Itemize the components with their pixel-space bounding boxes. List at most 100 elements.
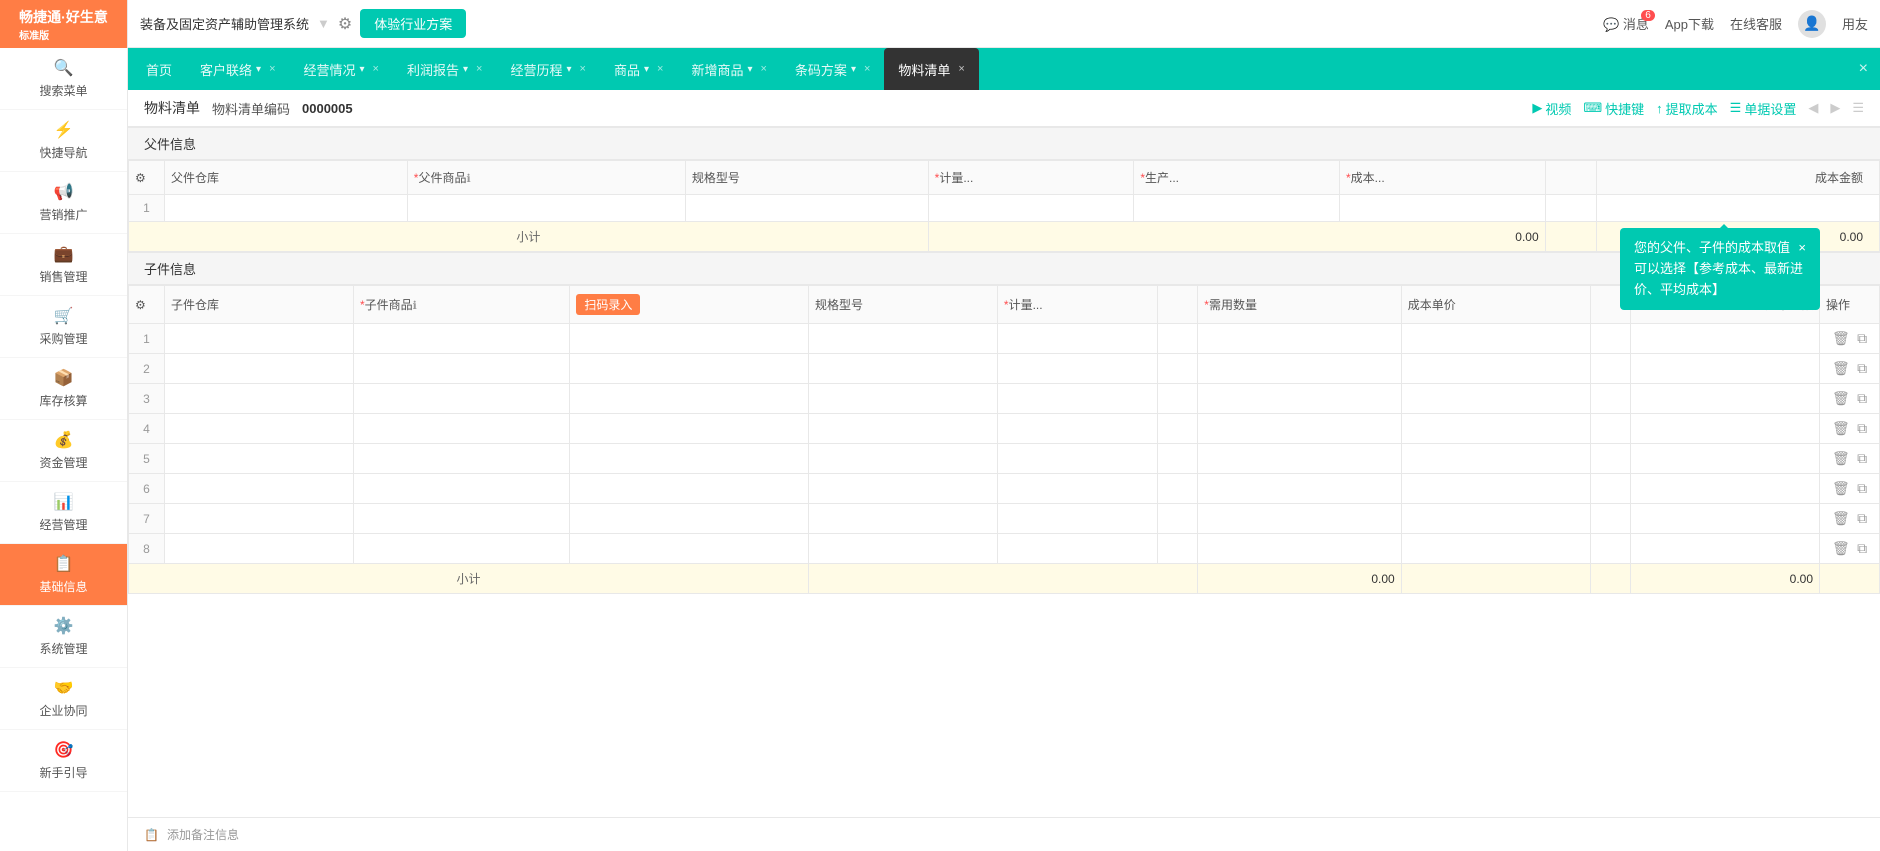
child-cell-warehouse-5[interactable] bbox=[165, 444, 354, 474]
child-cell-scan-4[interactable] bbox=[570, 414, 809, 444]
parent-cell-warehouse[interactable] bbox=[165, 195, 408, 222]
parent-cell-goods[interactable] bbox=[407, 195, 685, 222]
delete-btn-6[interactable]: 🗑 bbox=[1832, 480, 1850, 496]
child-cell-unitcost-3[interactable] bbox=[1401, 384, 1590, 414]
scan-btn[interactable]: 扫码录入 bbox=[576, 294, 640, 315]
child-cell-qty-4[interactable] bbox=[1198, 414, 1401, 444]
child-cell-scan-2[interactable] bbox=[570, 354, 809, 384]
copy-btn-3[interactable]: ⧉ bbox=[1857, 390, 1867, 406]
tab-bizhistory[interactable]: 经营历程 ▾ × bbox=[496, 48, 599, 90]
child-cell-unitcost-1[interactable] bbox=[1401, 324, 1590, 354]
tab-bizstatus[interactable]: 经营情况 ▾ × bbox=[290, 48, 393, 90]
child-cell-spec-6[interactable] bbox=[808, 474, 997, 504]
copy-btn-6[interactable]: ⧉ bbox=[1857, 480, 1867, 496]
copy-btn-1[interactable]: ⧉ bbox=[1857, 330, 1867, 346]
delete-btn-8[interactable]: 🗑 bbox=[1832, 540, 1850, 556]
child-cell-unit-2[interactable] bbox=[997, 354, 1157, 384]
child-cell-goods-3[interactable] bbox=[353, 384, 569, 414]
child-cell-goods-2[interactable] bbox=[353, 354, 569, 384]
extract-cost-action[interactable]: ↑ 提取成本 bbox=[1656, 99, 1718, 118]
child-cell-unit-8[interactable] bbox=[997, 534, 1157, 564]
tab-goods-close[interactable]: × bbox=[657, 63, 663, 75]
tab-customer[interactable]: 客户联络 ▾ × bbox=[186, 48, 289, 90]
tab-goods[interactable]: 商品 ▾ × bbox=[600, 48, 677, 90]
child-cell-goods-5[interactable] bbox=[353, 444, 569, 474]
copy-btn-2[interactable]: ⧉ bbox=[1857, 360, 1867, 376]
child-cell-unitcost-6[interactable] bbox=[1401, 474, 1590, 504]
child-col-scan[interactable]: 扫码录入 bbox=[570, 286, 809, 324]
child-cell-spec-3[interactable] bbox=[808, 384, 997, 414]
child-cell-unitcost-8[interactable] bbox=[1401, 534, 1590, 564]
child-cell-spec-5[interactable] bbox=[808, 444, 997, 474]
settings-icon[interactable]: ⚙ bbox=[338, 14, 352, 34]
child-cell-goods-1[interactable] bbox=[353, 324, 569, 354]
tab-bom-close[interactable]: × bbox=[958, 63, 964, 75]
child-cell-warehouse-7[interactable] bbox=[165, 504, 354, 534]
child-cell-qty-8[interactable] bbox=[1198, 534, 1401, 564]
parent-cell-produce[interactable] bbox=[1134, 195, 1340, 222]
delete-btn-5[interactable]: 🗑 bbox=[1832, 450, 1850, 466]
copy-btn-7[interactable]: ⧉ bbox=[1857, 510, 1867, 526]
app-download[interactable]: App下载 bbox=[1665, 14, 1714, 33]
child-cell-qty-3[interactable] bbox=[1198, 384, 1401, 414]
child-cell-warehouse-8[interactable] bbox=[165, 534, 354, 564]
tab-profit-close[interactable]: × bbox=[476, 63, 482, 75]
child-cell-goods-6[interactable] bbox=[353, 474, 569, 504]
parent-col-gear[interactable]: ⚙ bbox=[129, 161, 165, 195]
child-cell-warehouse-3[interactable] bbox=[165, 384, 354, 414]
sidebar-item-purchase[interactable]: 🛒 采购管理 bbox=[0, 296, 127, 358]
child-cell-warehouse-4[interactable] bbox=[165, 414, 354, 444]
child-cell-unit-5[interactable] bbox=[997, 444, 1157, 474]
child-cell-spec-2[interactable] bbox=[808, 354, 997, 384]
sidebar-item-marketing[interactable]: 📢 营销推广 bbox=[0, 172, 127, 234]
sidebar-item-operations[interactable]: 📊 经营管理 bbox=[0, 482, 127, 544]
child-cell-spec-8[interactable] bbox=[808, 534, 997, 564]
parent-cell-unit[interactable] bbox=[928, 195, 1134, 222]
tab-newgoods-close[interactable]: × bbox=[760, 63, 766, 75]
trial-btn[interactable]: 体验行业方案 bbox=[360, 9, 466, 38]
child-cell-unitcost-7[interactable] bbox=[1401, 504, 1590, 534]
view-action[interactable]: ▶ 视频 bbox=[1532, 99, 1571, 118]
child-cell-scan-5[interactable] bbox=[570, 444, 809, 474]
sidebar-item-guide[interactable]: 🎯 新手引导 bbox=[0, 730, 127, 792]
child-cell-unit-7[interactable] bbox=[997, 504, 1157, 534]
single-settings-action[interactable]: ☰ 单据设置 bbox=[1730, 99, 1797, 118]
child-col-gear[interactable]: ⚙ bbox=[129, 286, 165, 324]
child-cell-warehouse-1[interactable] bbox=[165, 324, 354, 354]
parent-cell-spec[interactable] bbox=[685, 195, 928, 222]
child-cell-unit-6[interactable] bbox=[997, 474, 1157, 504]
child-cell-goods-7[interactable] bbox=[353, 504, 569, 534]
child-cell-qty-2[interactable] bbox=[1198, 354, 1401, 384]
sidebar-item-search[interactable]: 🔍 搜索菜单 bbox=[0, 48, 127, 110]
sidebar-item-finance[interactable]: 💰 资金管理 bbox=[0, 420, 127, 482]
child-cell-scan-8[interactable] bbox=[570, 534, 809, 564]
child-cell-unitcost-4[interactable] bbox=[1401, 414, 1590, 444]
sidebar-item-quicknav[interactable]: ⚡ 快捷导航 bbox=[0, 110, 127, 172]
shortcut-action[interactable]: ⌨ 快捷键 bbox=[1583, 99, 1644, 118]
message-badge[interactable]: 💬 消息 6 bbox=[1603, 14, 1649, 33]
delete-btn-1[interactable]: 🗑 bbox=[1832, 330, 1850, 346]
sidebar-item-corp[interactable]: 🤝 企业协同 bbox=[0, 668, 127, 730]
child-cell-scan-1[interactable] bbox=[570, 324, 809, 354]
child-cell-unit-3[interactable] bbox=[997, 384, 1157, 414]
tab-barcode[interactable]: 条码方案 ▾ × bbox=[781, 48, 884, 90]
tooltip-close-btn[interactable]: × bbox=[1798, 238, 1806, 259]
tab-profit[interactable]: 利润报告 ▾ × bbox=[393, 48, 496, 90]
child-cell-warehouse-2[interactable] bbox=[165, 354, 354, 384]
child-cell-unitcost-2[interactable] bbox=[1401, 354, 1590, 384]
copy-btn-5[interactable]: ⧉ bbox=[1857, 450, 1867, 466]
tab-bizstatus-close[interactable]: × bbox=[373, 63, 379, 75]
delete-btn-3[interactable]: 🗑 bbox=[1832, 390, 1850, 406]
child-cell-spec-1[interactable] bbox=[808, 324, 997, 354]
delete-btn-2[interactable]: 🗑 bbox=[1832, 360, 1850, 376]
child-cell-unit-1[interactable] bbox=[997, 324, 1157, 354]
next-btn[interactable]: ▶ bbox=[1830, 100, 1840, 116]
child-cell-goods-8[interactable] bbox=[353, 534, 569, 564]
child-cell-scan-3[interactable] bbox=[570, 384, 809, 414]
child-cell-spec-7[interactable] bbox=[808, 504, 997, 534]
child-cell-qty-5[interactable] bbox=[1198, 444, 1401, 474]
child-cell-qty-1[interactable] bbox=[1198, 324, 1401, 354]
child-cell-warehouse-6[interactable] bbox=[165, 474, 354, 504]
child-cell-qty-7[interactable] bbox=[1198, 504, 1401, 534]
copy-btn-4[interactable]: ⧉ bbox=[1857, 420, 1867, 436]
